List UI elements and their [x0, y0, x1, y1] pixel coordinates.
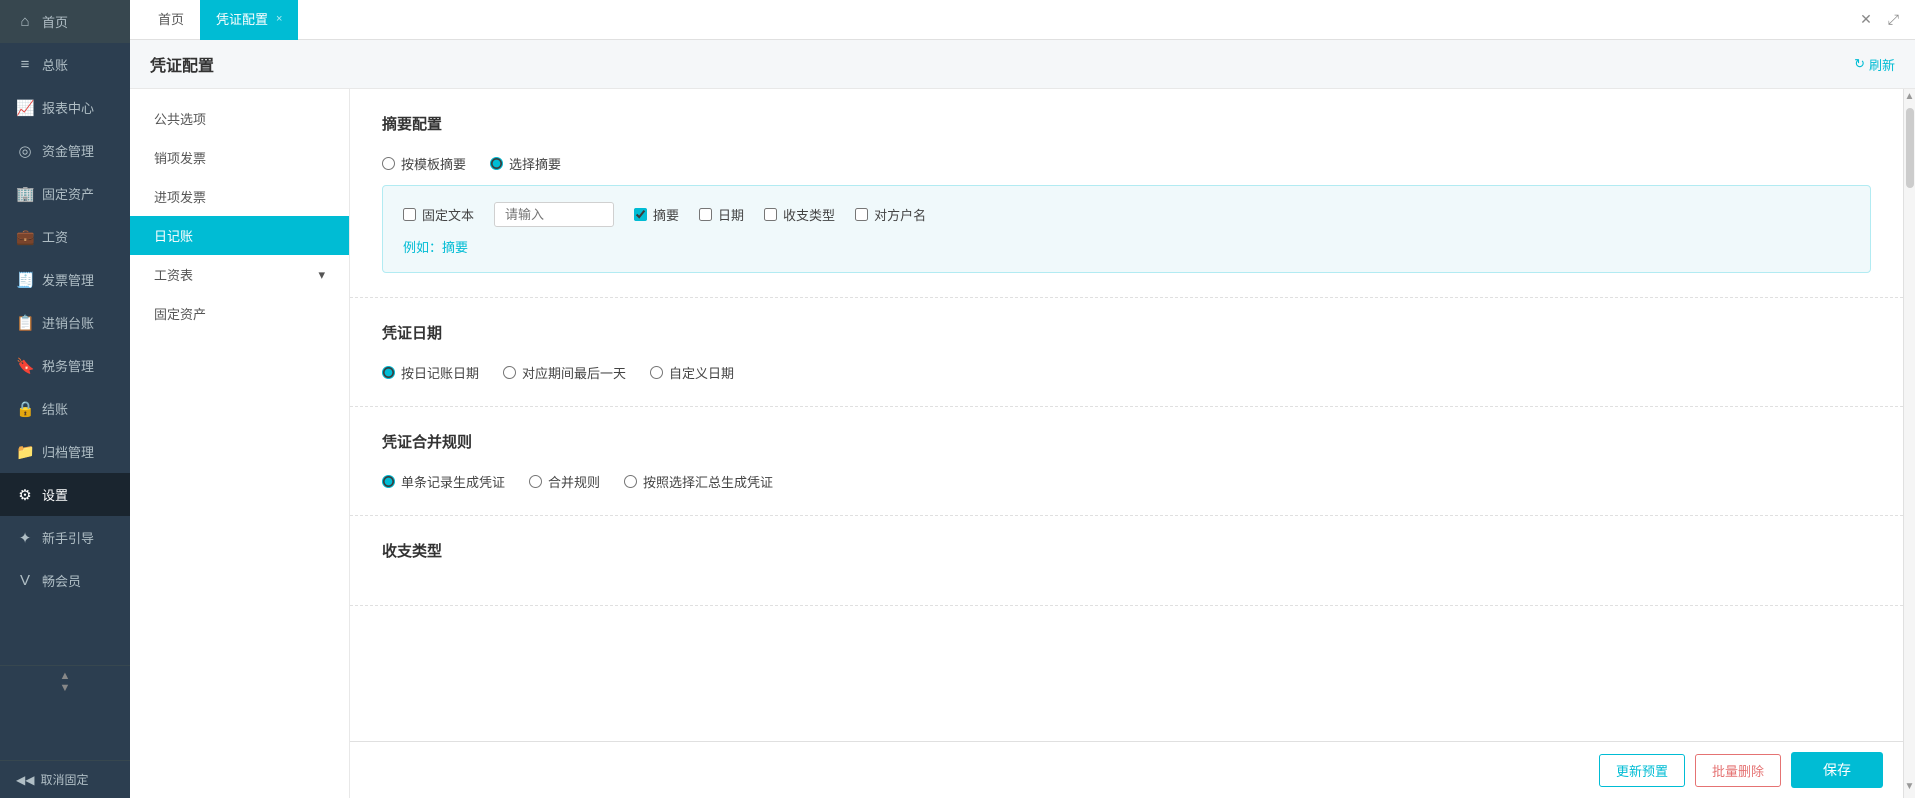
finance-icon: ◎ — [16, 142, 34, 160]
radio-last-day[interactable]: 对应期间最后一天 — [503, 363, 626, 382]
radio-custom-date[interactable]: 自定义日期 — [650, 363, 734, 382]
radio-by-journal-date[interactable]: 按日记账日期 — [382, 363, 479, 382]
tabbar: 首页 凭证配置 × ✕ ⤢ — [130, 0, 1915, 40]
sidebar-item-invoice[interactable]: 🧾 发票管理 — [0, 258, 130, 301]
scroll-up-arrow[interactable]: ▲ — [1904, 89, 1915, 104]
guide-icon: ✦ — [16, 529, 34, 547]
batch-delete-button[interactable]: 批量删除 — [1695, 754, 1781, 787]
window-close-button[interactable]: ✕ — [1856, 9, 1876, 30]
settings-icon: ⚙ — [16, 486, 34, 504]
purchasesales-icon: 📋 — [16, 314, 34, 332]
section-income-expense-type: 收支类型 — [350, 516, 1903, 606]
sidebar-scroll-down[interactable]: ▼ — [60, 682, 71, 694]
nav-item-purchase-invoice[interactable]: 进项发票 — [130, 177, 349, 216]
invoice-icon: 🧾 — [16, 271, 34, 289]
sidebar-item-report[interactable]: 📈 报表中心 — [0, 86, 130, 129]
sidebar-item-closing[interactable]: 🔒 结账 — [0, 387, 130, 430]
section-voucher-date: 凭证日期 按日记账日期 对应期间最后一天 自定义日期 — [350, 298, 1903, 407]
nav-item-journal[interactable]: 日记账 — [130, 216, 349, 255]
salary-icon: 💼 — [16, 228, 34, 246]
closing-icon: 🔒 — [16, 400, 34, 418]
nav-item-sales-invoice[interactable]: 销项发票 — [130, 138, 349, 177]
checkbox-fixed-text[interactable]: 固定文本 — [403, 205, 474, 224]
section-summary-config: 摘要配置 按模板摘要 选择摘要 — [350, 89, 1903, 298]
page-header: 凭证配置 ↻ 刷新 — [130, 40, 1915, 89]
nav-item-fixed-assets[interactable]: 固定资产 — [130, 294, 349, 333]
home-icon: ⌂ — [16, 13, 34, 30]
nav-item-payroll[interactable]: 工资表 ▾ — [130, 255, 349, 294]
tab-close-button[interactable]: × — [276, 13, 282, 25]
radio-summary-generate[interactable]: 按照选择汇总生成凭证 — [624, 472, 773, 491]
checkbox-date[interactable]: 日期 — [699, 205, 744, 224]
radio-merge-rules[interactable]: 合并规则 — [529, 472, 600, 491]
radio-template-summary[interactable]: 按模板摘要 — [382, 154, 466, 173]
sidebar-item-purchasesales[interactable]: 📋 进销台账 — [0, 301, 130, 344]
voucher-date-title: 凭证日期 — [382, 322, 1871, 343]
voucher-date-radio-group: 按日记账日期 对应期间最后一天 自定义日期 — [382, 363, 1871, 382]
content-area: 公共选项 销项发票 进项发票 日记账 工资表 ▾ 固定资产 — [130, 89, 1915, 798]
refresh-icon: ↻ — [1854, 56, 1865, 72]
sidebar-item-settings[interactable]: ⚙ 设置 — [0, 473, 130, 516]
pin-icon: ◀◀ — [16, 773, 34, 787]
example-text: 例如：摘要 — [403, 237, 1850, 256]
income-expense-type-title: 收支类型 — [382, 540, 1871, 561]
summary-config-title: 摘要配置 — [382, 113, 1871, 134]
sidebar-item-assets[interactable]: 🏢 固定资产 — [0, 172, 130, 215]
merge-rules-title: 凭证合并规则 — [382, 431, 1871, 452]
checkbox-counterpart[interactable]: 对方户名 — [855, 205, 926, 224]
radio-select-summary[interactable]: 选择摘要 — [490, 154, 561, 173]
ledger-icon: ≡ — [16, 56, 34, 73]
scroll-down-arrow[interactable]: ▼ — [1904, 779, 1915, 794]
vip-icon: V — [16, 572, 34, 589]
sidebar: ⌂ 首页 ≡ 总账 📈 报表中心 ◎ 资金管理 🏢 固定资产 💼 工资 🧾 发票… — [0, 0, 130, 798]
right-scrollbar[interactable]: ▲ ▼ — [1903, 89, 1915, 798]
radio-single-record[interactable]: 单条记录生成凭证 — [382, 472, 505, 491]
main-area: 首页 凭证配置 × ✕ ⤢ 凭证配置 ↻ 刷新 公共选项 销项发票 进项 — [130, 0, 1915, 798]
tax-icon: 🔖 — [16, 357, 34, 375]
sidebar-cancel-pin[interactable]: ◀◀ 取消固定 — [0, 760, 130, 798]
summary-radio-group: 按模板摘要 选择摘要 — [382, 154, 1871, 173]
archive-icon: 📁 — [16, 443, 34, 461]
sidebar-item-ledger[interactable]: ≡ 总账 — [0, 43, 130, 86]
bottom-action-bar: 更新预置 批量删除 保存 — [350, 741, 1903, 798]
sidebar-item-vip[interactable]: V 畅会员 — [0, 559, 130, 602]
sidebar-item-archive[interactable]: 📁 归档管理 — [0, 430, 130, 473]
checkbox-summary[interactable]: 摘要 — [634, 205, 679, 224]
sidebar-item-tax[interactable]: 🔖 税务管理 — [0, 344, 130, 387]
sidebar-item-salary[interactable]: 💼 工资 — [0, 215, 130, 258]
save-button[interactable]: 保存 — [1791, 752, 1883, 788]
checkbox-options-box: 固定文本 摘要 日期 — [382, 185, 1871, 273]
update-preview-button[interactable]: 更新预置 — [1599, 754, 1685, 787]
section-merge-rules: 凭证合并规则 单条记录生成凭证 合并规则 按照选择汇总生成凭证 — [350, 407, 1903, 516]
right-content: 摘要配置 按模板摘要 选择摘要 — [350, 89, 1903, 741]
assets-icon: 🏢 — [16, 185, 34, 203]
tab-home[interactable]: 首页 — [142, 0, 200, 40]
nav-item-public[interactable]: 公共选项 — [130, 99, 349, 138]
checkbox-income-expense[interactable]: 收支类型 — [764, 205, 835, 224]
payroll-arrow-icon: ▾ — [318, 267, 325, 283]
page-title: 凭证配置 — [150, 52, 214, 76]
report-icon: 📈 — [16, 99, 34, 117]
window-controls: ✕ ⤢ — [1856, 9, 1903, 30]
fixed-text-input[interactable] — [494, 202, 614, 227]
sidebar-scroll-up[interactable]: ▲ — [60, 670, 71, 682]
checkbox-row: 固定文本 摘要 日期 — [403, 202, 1850, 227]
sidebar-item-finance[interactable]: ◎ 资金管理 — [0, 129, 130, 172]
merge-rules-radio-group: 单条记录生成凭证 合并规则 按照选择汇总生成凭证 — [382, 472, 1871, 491]
sidebar-item-guide[interactable]: ✦ 新手引导 — [0, 516, 130, 559]
tab-voucher-config[interactable]: 凭证配置 × — [200, 0, 298, 40]
window-restore-button[interactable]: ⤢ — [1884, 9, 1903, 30]
left-nav: 公共选项 销项发票 进项发票 日记账 工资表 ▾ 固定资产 — [130, 89, 350, 798]
sidebar-item-home[interactable]: ⌂ 首页 — [0, 0, 130, 43]
scroll-thumb[interactable] — [1906, 108, 1914, 188]
refresh-button[interactable]: ↻ 刷新 — [1854, 55, 1895, 74]
